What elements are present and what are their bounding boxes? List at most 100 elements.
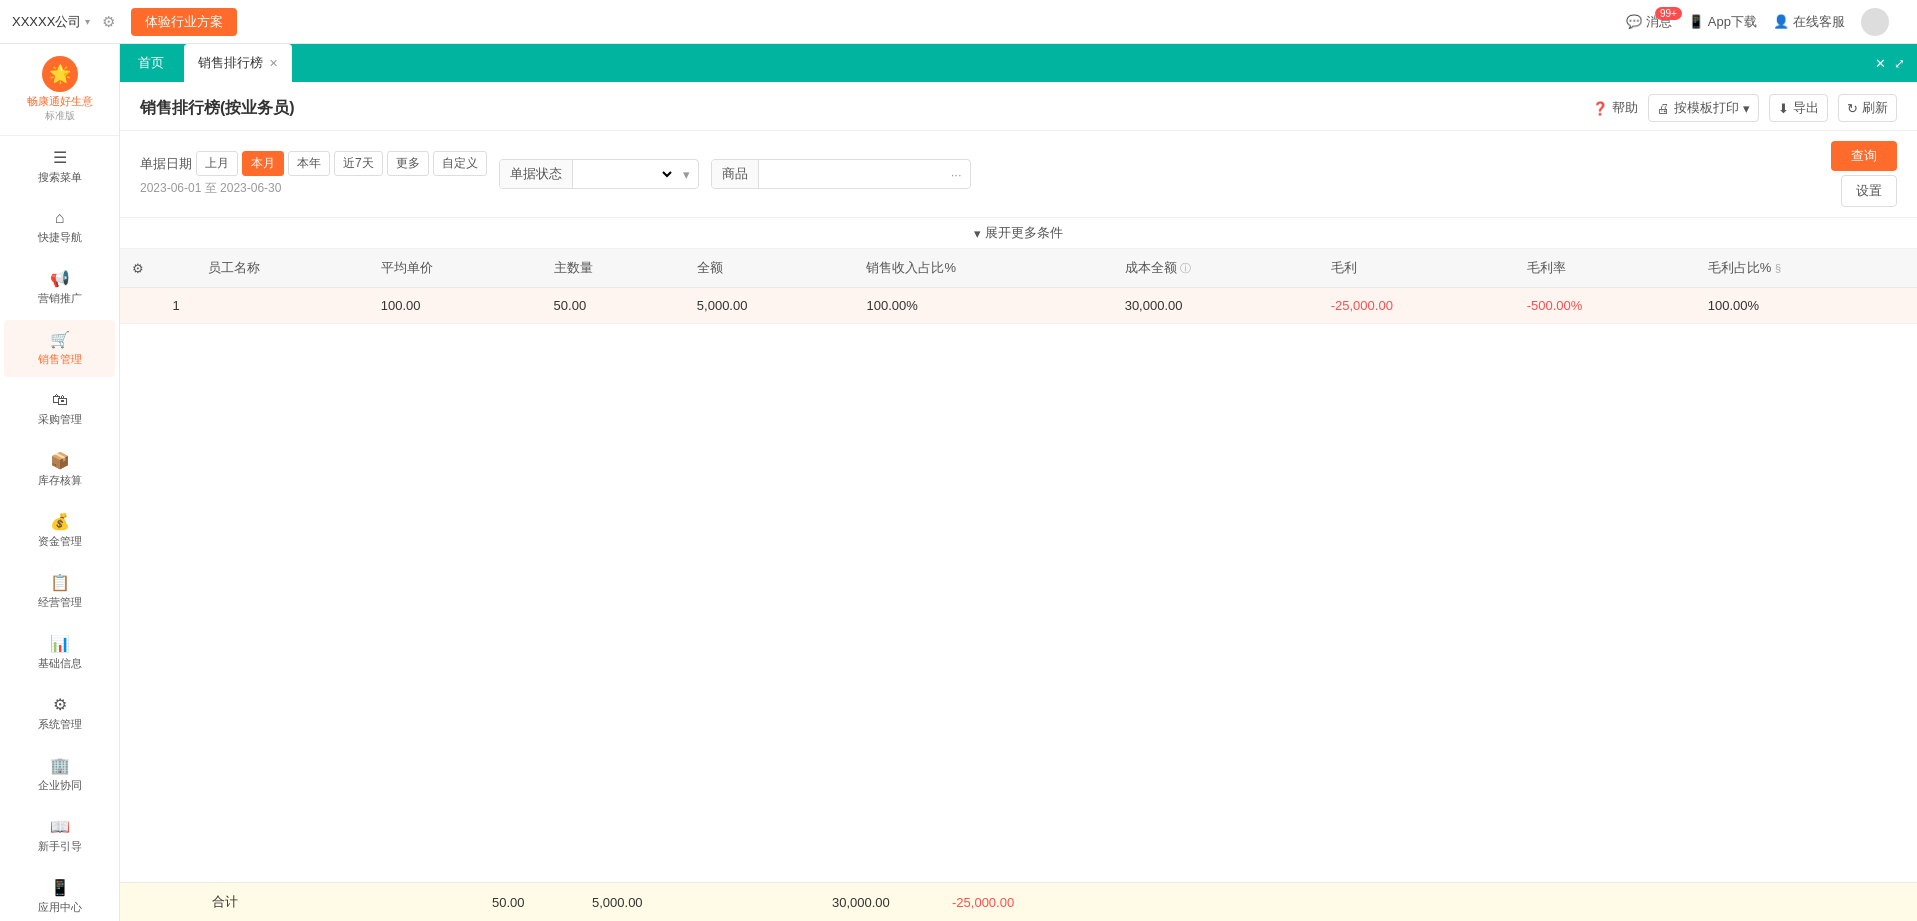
goods-filter-label: 商品 — [712, 160, 759, 188]
status-select[interactable] — [573, 161, 675, 188]
date-btn-this-year[interactable]: 本年 — [288, 151, 330, 176]
tab-maximize-icon[interactable]: ⤢ — [1894, 56, 1905, 71]
td-avg-price: 100.00 — [369, 288, 542, 324]
help-button[interactable]: ❓ 帮助 — [1592, 99, 1638, 117]
export-icon: ⬇ — [1778, 101, 1789, 116]
goods-more-icon[interactable]: ··· — [943, 162, 970, 187]
cost-info-icon[interactable]: ⓘ — [1180, 262, 1191, 274]
sidebar-label-finance: 资金管理 — [38, 534, 82, 549]
th-gross: 毛利 — [1319, 249, 1515, 288]
home-icon: ⌂ — [55, 209, 65, 227]
td-employee — [196, 288, 369, 324]
sidebar-label-marketing: 营销推广 — [38, 291, 82, 306]
sidebar-item-guide[interactable]: 📖 新手引导 — [4, 807, 115, 864]
status-filter-group: 单据状态 ▾ — [499, 159, 699, 189]
message-button[interactable]: 💬 消息 99+ — [1626, 13, 1672, 31]
company-chevron-icon: ▾ — [85, 16, 90, 27]
sidebar-logo: 🌟 畅康通好生意 标准版 — [0, 44, 119, 136]
message-icon: 💬 — [1626, 14, 1642, 29]
system-icon: ⚙ — [53, 695, 67, 714]
status-dropdown-icon: ▾ — [675, 162, 698, 187]
footer-label — [132, 895, 212, 910]
td-gross: -25,000.00 — [1319, 288, 1515, 324]
company-selector[interactable]: XXXXX公司 ▾ — [12, 13, 90, 31]
th-employee: 员工名称 — [196, 249, 369, 288]
sales-ranking-table: ⚙ 员工名称 平均单价 主数量 全额 销售收入占比% 成本全额 ⓘ 毛利 毛利率… — [120, 249, 1917, 324]
table-row: 1 100.00 50.00 5,000.00 100.00% 30,000.0… — [120, 288, 1917, 324]
td-amount: 5,000.00 — [685, 288, 855, 324]
tab-home[interactable]: 首页 — [120, 44, 182, 82]
footer-amount: 5,000.00 — [592, 895, 712, 910]
th-sales-ratio: 销售收入占比% — [854, 249, 1112, 288]
tab-sales-ranking[interactable]: 销售排行榜 ✕ — [184, 44, 292, 82]
search-order-icon: ☰ — [53, 148, 67, 167]
tab-close-all-icon[interactable]: ✕ — [1875, 56, 1886, 71]
expand-label: 展开更多条件 — [985, 224, 1063, 242]
page-actions: ❓ 帮助 🖨 按模板打印 ▾ ⬇ 导出 ↻ 刷新 — [1592, 94, 1897, 122]
date-btn-7days[interactable]: 近7天 — [334, 151, 383, 176]
sidebar-item-sales[interactable]: 🛒 销售管理 — [4, 320, 115, 377]
td-cost: 30,000.00 — [1113, 288, 1319, 324]
date-buttons: 上月 本月 本年 近7天 更多 自定义 — [196, 151, 487, 176]
date-btn-more[interactable]: 更多 — [387, 151, 429, 176]
tab-label: 销售排行榜 — [198, 54, 263, 72]
print-button[interactable]: 🖨 按模板打印 ▾ — [1648, 94, 1759, 122]
date-btn-last-month[interactable]: 上月 — [196, 151, 238, 176]
sidebar-label-search: 搜索菜单 — [38, 170, 82, 185]
online-service-button[interactable]: 👤 在线客服 — [1773, 13, 1845, 31]
page-content: 销售排行榜(按业务员) ❓ 帮助 🖨 按模板打印 ▾ ⬇ 导出 — [120, 82, 1917, 921]
settings-button[interactable]: 设置 — [1841, 175, 1897, 207]
goods-input[interactable] — [759, 162, 943, 187]
th-amount: 全额 — [685, 249, 855, 288]
sidebar-item-purchase[interactable]: 🛍 采购管理 — [4, 381, 115, 437]
sidebar-label-inventory: 库存核算 — [38, 473, 82, 488]
gross-ratio-info-icon[interactable]: § — [1775, 262, 1781, 274]
basic-info-icon: 📊 — [50, 634, 70, 653]
sidebar-label-quick: 快捷导航 — [38, 230, 82, 245]
sidebar-label-apps: 应用中心 — [38, 900, 82, 915]
topbar-settings-icon[interactable]: ⚙ — [102, 13, 115, 31]
status-filter-label: 单据状态 — [500, 160, 573, 188]
message-badge: 99+ — [1655, 7, 1682, 20]
th-gross-rate: 毛利率 — [1515, 249, 1696, 288]
app-download-button[interactable]: 📱 App下载 — [1688, 13, 1757, 31]
export-button[interactable]: ⬇ 导出 — [1769, 94, 1828, 122]
date-btn-this-month[interactable]: 本月 — [242, 151, 284, 176]
sidebar-label-basic: 基础信息 — [38, 656, 82, 671]
main-layout: 🌟 畅康通好生意 标准版 ☰ 搜索菜单 ⌂ 快捷导航 📢 营销推广 🛒 销售管理… — [0, 44, 1917, 921]
td-main-qty: 50.00 — [542, 288, 685, 324]
expand-more-button[interactable]: ▾ 展开更多条件 — [974, 224, 1063, 242]
th-settings[interactable]: ⚙ — [120, 249, 156, 288]
sidebar-item-finance[interactable]: 💰 资金管理 — [4, 502, 115, 559]
query-button[interactable]: 查询 — [1831, 141, 1897, 171]
sidebar-item-marketing[interactable]: 📢 营销推广 — [4, 259, 115, 316]
footer-cost: 30,000.00 — [832, 895, 952, 910]
goods-filter-group: 商品 ··· — [711, 159, 971, 189]
sidebar-item-basic-info[interactable]: 📊 基础信息 — [4, 624, 115, 681]
date-btn-custom[interactable]: 自定义 — [433, 151, 487, 176]
filter-right-buttons: 查询 设置 — [1831, 141, 1897, 207]
sidebar-item-system[interactable]: ⚙ 系统管理 — [4, 685, 115, 742]
tab-close-icon[interactable]: ✕ — [269, 57, 278, 70]
sidebar-item-inventory[interactable]: 📦 库存核算 — [4, 441, 115, 498]
avatar[interactable] — [1861, 8, 1889, 36]
guide-icon: 📖 — [50, 817, 70, 836]
sidebar-item-quick-nav[interactable]: ⌂ 快捷导航 — [4, 199, 115, 255]
trial-button[interactable]: 体验行业方案 — [131, 8, 237, 36]
sidebar-label-purchase: 采购管理 — [38, 412, 82, 427]
operations-icon: 📋 — [50, 573, 70, 592]
top-bar: XXXXX公司 ▾ ⚙ 体验行业方案 💬 消息 99+ 📱 App下载 👤 在线… — [0, 0, 1917, 44]
th-rank — [156, 249, 196, 288]
print-arrow-icon: ▾ — [1743, 101, 1750, 116]
tab-bar-right: ✕ ⤢ — [1875, 56, 1917, 71]
expand-more-bar: ▾ 展开更多条件 — [120, 218, 1917, 249]
footer-main-qty: 50.00 — [492, 895, 592, 910]
sidebar-item-apps[interactable]: 📱 应用中心 — [4, 868, 115, 921]
sidebar-item-operations[interactable]: 📋 经营管理 — [4, 563, 115, 620]
filter-bar: 单据日期 上月 本月 本年 近7天 更多 自定义 2023-06-01 至 20… — [120, 131, 1917, 218]
sidebar-item-search-order[interactable]: ☰ 搜索菜单 — [4, 138, 115, 195]
sidebar-item-enterprise[interactable]: 🏢 企业协同 — [4, 746, 115, 803]
footer-summary-label: 合计 — [212, 893, 372, 911]
th-cost: 成本全额 ⓘ — [1113, 249, 1319, 288]
refresh-button[interactable]: ↻ 刷新 — [1838, 94, 1897, 122]
